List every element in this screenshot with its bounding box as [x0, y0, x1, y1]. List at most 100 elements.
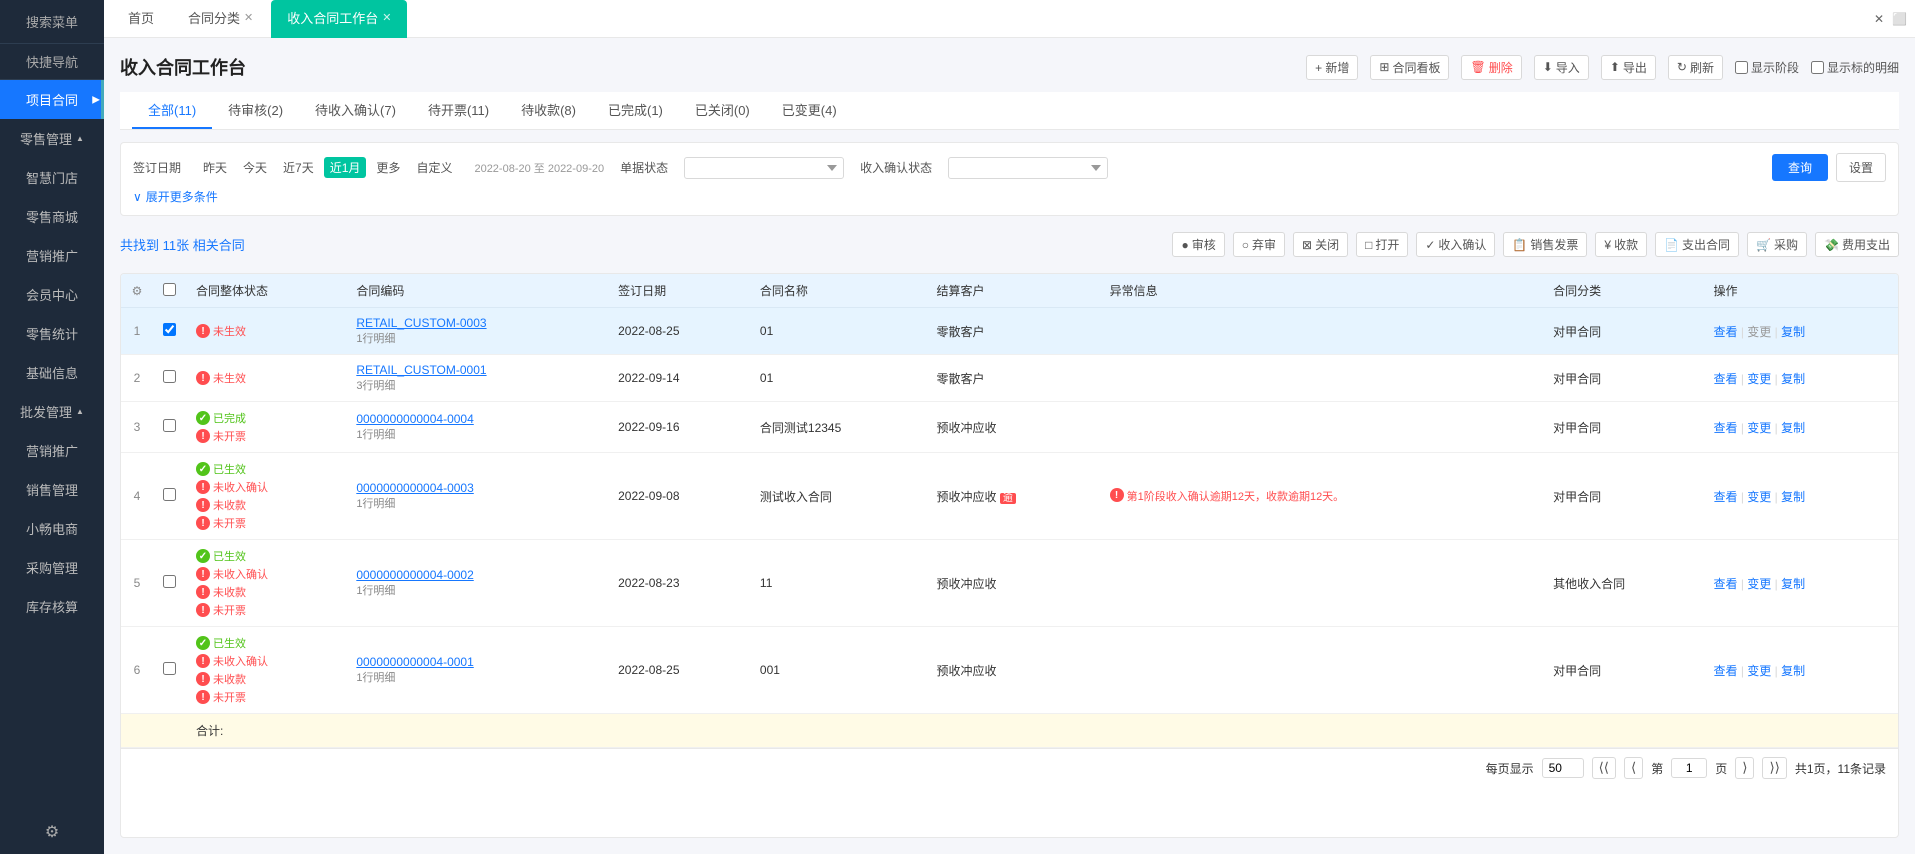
contract-link[interactable]: 0000000000004-0004: [356, 412, 473, 426]
tab-close-icon[interactable]: ✕: [244, 11, 253, 24]
contract-link[interactable]: 0000000000004-0001: [356, 655, 473, 669]
copy-link[interactable]: 复制: [1781, 372, 1805, 386]
settings-button[interactable]: 设置: [1836, 153, 1886, 182]
abandon-btn[interactable]: ○ 弃审: [1233, 232, 1285, 257]
show-detail-input[interactable]: [1811, 61, 1824, 74]
show-detail-checkbox[interactable]: 显示标的明细: [1811, 59, 1899, 76]
review-btn[interactable]: ● 审核: [1172, 232, 1224, 257]
sidebar-search[interactable]: 搜索菜单: [0, 0, 104, 44]
sidebar-item-purchase[interactable]: 采购管理: [0, 548, 104, 587]
payment-btn[interactable]: ¥ 收款: [1595, 232, 1647, 257]
first-page-btn[interactable]: ⟨⟨: [1592, 757, 1616, 779]
view-link[interactable]: 查看: [1713, 421, 1737, 435]
change-link[interactable]: 变更: [1747, 664, 1771, 678]
sidebar-item-sales-mgmt[interactable]: 销售管理: [0, 470, 104, 509]
next-page-btn[interactable]: ⟩: [1735, 757, 1754, 779]
window-close-btn[interactable]: ✕: [1874, 12, 1884, 26]
refresh-button[interactable]: ↻ 刷新: [1668, 55, 1723, 80]
show-cols-input[interactable]: [1735, 61, 1748, 74]
view-link[interactable]: 查看: [1713, 577, 1737, 591]
sidebar-item-marketing2[interactable]: 营销推广: [0, 431, 104, 470]
change-link[interactable]: 变更: [1747, 490, 1771, 504]
row-checkbox[interactable]: [163, 575, 176, 588]
col-gear[interactable]: ⚙: [121, 274, 153, 308]
payout-btn[interactable]: 📄 支出合同: [1655, 232, 1739, 257]
filter-tab-pending-review[interactable]: 待审核(2): [212, 92, 299, 129]
last-page-btn[interactable]: ⟩⟩: [1762, 757, 1786, 779]
export-button[interactable]: ⬆ 导出: [1601, 55, 1656, 80]
row-checkbox-cell[interactable]: [153, 308, 186, 355]
view-link[interactable]: 查看: [1713, 372, 1737, 386]
tab-contract-cat[interactable]: 合同分类 ✕: [172, 0, 269, 38]
filter-tab-completed[interactable]: 已完成(1): [592, 92, 679, 129]
page-size-select[interactable]: 50: [1542, 758, 1584, 778]
tab-income-workbench[interactable]: 收入合同工作台 ✕: [271, 0, 407, 38]
change-link[interactable]: 变更: [1747, 421, 1771, 435]
row-checkbox-cell[interactable]: [153, 453, 186, 540]
row-checkbox-cell[interactable]: [153, 402, 186, 453]
filter-tab-pending-payment[interactable]: 待收款(8): [505, 92, 592, 129]
expand-more-btn[interactable]: ∨ 展开更多条件: [133, 188, 1886, 205]
purchase-btn[interactable]: 🛒 采购: [1747, 232, 1807, 257]
change-link[interactable]: 变更: [1747, 577, 1771, 591]
contract-link[interactable]: 0000000000004-0003: [356, 481, 473, 495]
filter-tab-pending-invoice[interactable]: 待开票(11): [412, 92, 505, 129]
date-btn-custom[interactable]: 自定义: [410, 157, 458, 178]
date-btn-more[interactable]: 更多: [370, 157, 406, 178]
date-btn-yesterday[interactable]: 昨天: [197, 157, 233, 178]
sidebar-item-member[interactable]: 会员中心: [0, 275, 104, 314]
change-link[interactable]: 变更: [1747, 372, 1771, 386]
filter-tab-closed[interactable]: 已关闭(0): [679, 92, 766, 129]
sidebar-item-xc-ecom[interactable]: 小畅电商: [0, 509, 104, 548]
sidebar-item-project[interactable]: 项目合同 ▶: [0, 80, 104, 119]
income-confirm-select[interactable]: [948, 157, 1108, 179]
window-maximize-btn[interactable]: ⬜: [1892, 12, 1907, 26]
sidebar-item-inventory[interactable]: 库存核算: [0, 587, 104, 626]
sidebar-item-retail-mall[interactable]: 零售商城: [0, 197, 104, 236]
sidebar-item-marketing[interactable]: 营销推广: [0, 236, 104, 275]
income-confirm-btn[interactable]: ✓ 收入确认: [1416, 232, 1495, 257]
row-checkbox[interactable]: [163, 488, 176, 501]
view-link[interactable]: 查看: [1713, 325, 1737, 339]
col-checkbox[interactable]: [153, 274, 186, 308]
row-checkbox[interactable]: [163, 419, 176, 432]
sidebar-item-retail[interactable]: 零售管理 ▲: [0, 119, 104, 158]
view-link[interactable]: 查看: [1713, 490, 1737, 504]
view-link[interactable]: 查看: [1713, 664, 1737, 678]
copy-link[interactable]: 复制: [1781, 421, 1805, 435]
copy-link[interactable]: 复制: [1781, 325, 1805, 339]
copy-link[interactable]: 复制: [1781, 490, 1805, 504]
sidebar-item-smart-store[interactable]: 智慧门店: [0, 158, 104, 197]
row-checkbox-cell[interactable]: [153, 540, 186, 627]
select-all-checkbox[interactable]: [163, 283, 176, 296]
tab-close-active-icon[interactable]: ✕: [382, 11, 391, 24]
expense-btn[interactable]: 💸 费用支出: [1815, 232, 1899, 257]
date-btn-1month[interactable]: 近1月: [324, 157, 367, 178]
filter-tab-all[interactable]: 全部(11): [132, 92, 212, 129]
filter-tab-changed[interactable]: 已变更(4): [766, 92, 853, 129]
doc-status-select[interactable]: [684, 157, 844, 179]
prev-page-btn[interactable]: ⟨: [1624, 757, 1643, 779]
date-btn-7days[interactable]: 近7天: [277, 157, 320, 178]
close-btn[interactable]: ⊠ 关闭: [1293, 232, 1348, 257]
settings-gear-icon[interactable]: ⚙: [0, 810, 104, 854]
open-btn[interactable]: □ 打开: [1356, 232, 1408, 257]
sidebar-quick-nav[interactable]: 快捷导航: [0, 44, 104, 80]
sales-invoice-btn[interactable]: 📋 销售发票: [1503, 232, 1587, 257]
tab-home[interactable]: 首页: [112, 0, 170, 38]
sidebar-item-retail-stats[interactable]: 零售统计: [0, 314, 104, 353]
page-input[interactable]: [1671, 758, 1707, 778]
copy-link[interactable]: 复制: [1781, 577, 1805, 591]
row-checkbox[interactable]: [163, 370, 176, 383]
row-checkbox[interactable]: [163, 323, 176, 336]
kanban-button[interactable]: ⊞ 合同看板: [1370, 55, 1449, 80]
contract-link[interactable]: RETAIL_CUSTOM-0003: [356, 316, 486, 330]
delete-button[interactable]: 🗑 删除: [1461, 55, 1521, 80]
add-button[interactable]: + 新增: [1306, 55, 1358, 80]
import-button[interactable]: ⬇ 导入: [1534, 55, 1589, 80]
date-btn-today[interactable]: 今天: [237, 157, 273, 178]
copy-link[interactable]: 复制: [1781, 664, 1805, 678]
row-checkbox-cell[interactable]: [153, 627, 186, 714]
sidebar-item-wholesale[interactable]: 批发管理 ▲: [0, 392, 104, 431]
filter-tab-pending-income[interactable]: 待收入确认(7): [299, 92, 412, 129]
